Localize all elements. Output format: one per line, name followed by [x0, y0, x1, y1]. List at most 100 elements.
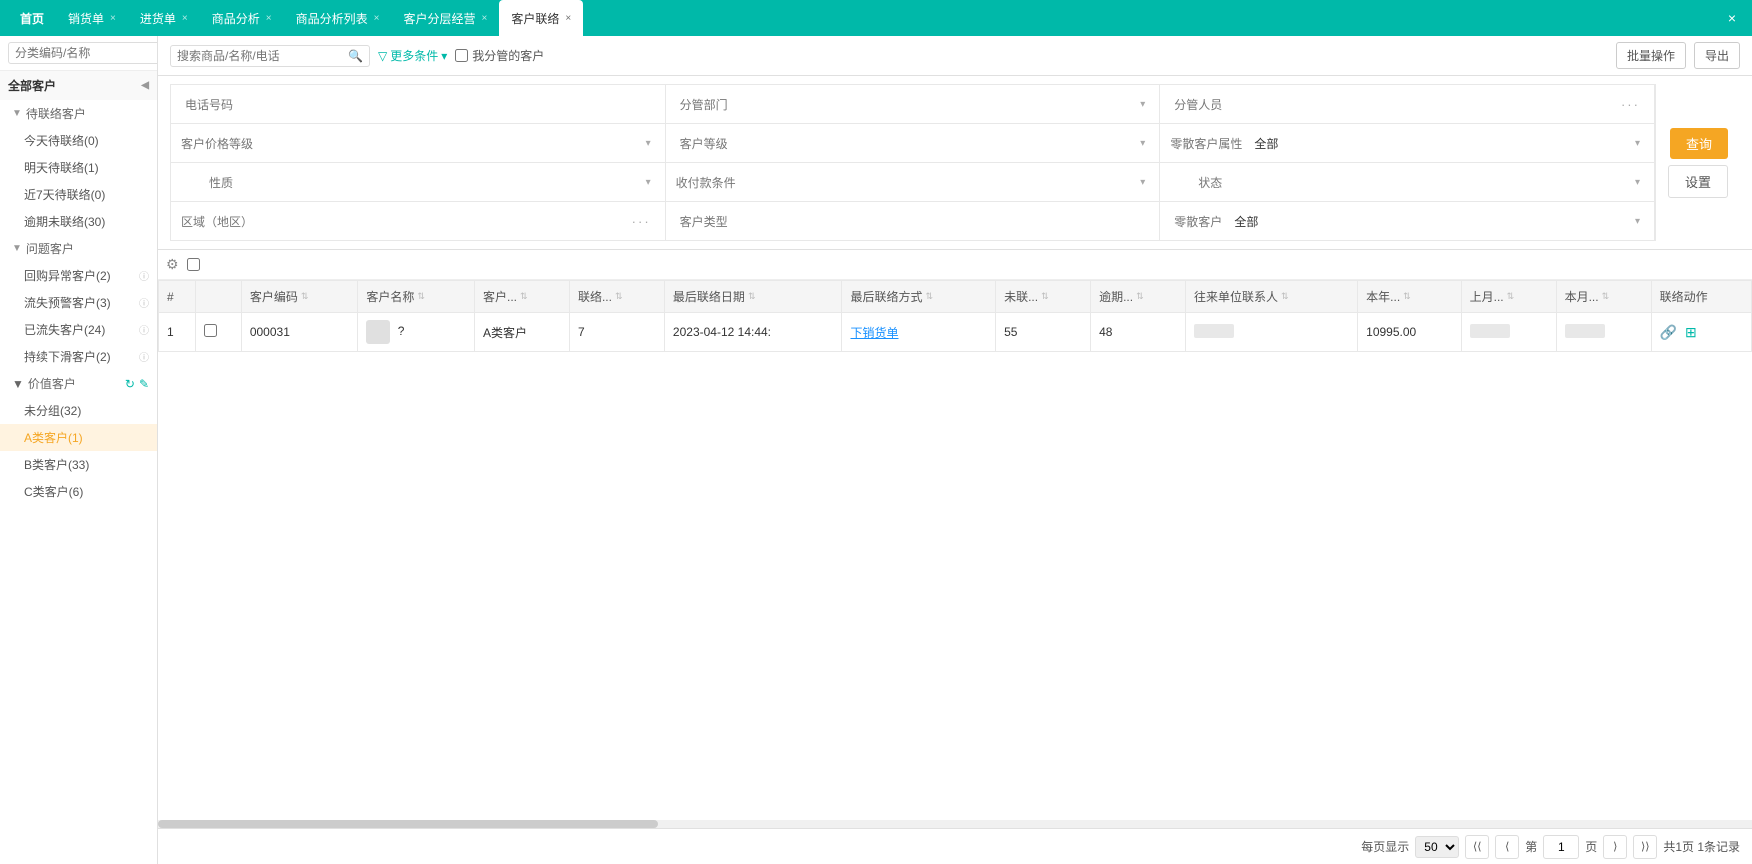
th-last-way[interactable]: 最后联络方式 ⇅ — [842, 281, 996, 313]
filter-dept-input[interactable]: ▾ — [736, 91, 1150, 117]
nav-product-analysis-close[interactable]: × — [266, 13, 272, 24]
sidebar-item-today[interactable]: 今天待联络(0) — [0, 127, 157, 154]
filter-person-dots: ··· — [1621, 97, 1640, 112]
sidebar-item-declining-label: 持续下滑客户(2) — [24, 348, 135, 365]
scrollbar-thumb[interactable] — [158, 820, 658, 828]
nav-purchase-close[interactable]: × — [182, 13, 188, 24]
filter-more-button[interactable]: ▽ 更多条件 ▾ — [378, 47, 447, 64]
sidebar-item-tomorrow-label: 明天待联络(1) — [24, 159, 149, 176]
nav-sales[interactable]: 销货单 × — [56, 0, 128, 36]
page-input[interactable] — [1543, 835, 1579, 859]
filter-price-level-input[interactable]: ▾ — [261, 130, 655, 156]
filter-status-input[interactable]: ▾ — [1230, 169, 1644, 195]
nav-product-analysis[interactable]: 商品分析 × — [200, 0, 284, 36]
nav-customer-contact[interactable]: 客户联络 × — [499, 0, 583, 36]
sidebar-item-ungrouped[interactable]: 未分组(32) — [0, 397, 157, 424]
my-customers-checkbox-wrap[interactable]: 我分管的客户 — [455, 47, 544, 64]
value-refresh-icon[interactable]: ↻ — [125, 377, 135, 391]
content-area: 🔍 ▽ 更多条件 ▾ 我分管的客户 批量操作 导出 — [158, 36, 1752, 864]
th-unit-contact[interactable]: 往来单位联系人 ⇅ — [1186, 281, 1358, 313]
filter-search-box[interactable]: 🔍 — [170, 45, 370, 67]
table-settings-icon[interactable]: ⚙ — [166, 256, 179, 273]
filter-person-input[interactable]: ··· — [1230, 91, 1644, 117]
adv-filter-panel: 电话号码 分管部门 ▾ — [158, 76, 1752, 250]
nav-purchase[interactable]: 进货单 × — [128, 0, 200, 36]
th-last-month[interactable]: 上月... ⇅ — [1461, 281, 1556, 313]
last-page-button[interactable]: ⟩⟩ — [1633, 835, 1657, 859]
filter-payment-input[interactable]: ▾ — [744, 169, 1150, 195]
query-buttons-area: 查询 设置 — [1655, 84, 1740, 241]
sidebar-item-churned-label: 已流失客户(24) — [24, 321, 135, 338]
sidebar-item-class-b[interactable]: B类客户(33) — [0, 451, 157, 478]
value-edit-icon[interactable]: ✎ — [139, 377, 149, 391]
sidebar-search-input[interactable] — [8, 42, 158, 64]
sidebar-item-class-c[interactable]: C类客户(6) — [0, 478, 157, 505]
filter-retail-cust: 零散客户 全部 ▾ — [1160, 202, 1654, 240]
th-uncontact[interactable]: 未联... ⇅ — [996, 281, 1091, 313]
filter-status-caret: ▾ — [1635, 177, 1640, 188]
nav-customer-segment[interactable]: 客户分层经营 × — [391, 0, 499, 36]
filter-payment-label: 收付款条件 — [676, 174, 744, 191]
sidebar-collapse-icon[interactable]: ◀ — [141, 80, 149, 91]
settings-button[interactable]: 设置 — [1668, 165, 1728, 198]
cell-this-year: 10995.00 — [1358, 313, 1461, 352]
prev-page-button[interactable]: ⟨ — [1495, 835, 1519, 859]
th-overdue[interactable]: 逾期... ⇅ — [1091, 281, 1186, 313]
th-level[interactable]: 客户... ⇅ — [474, 281, 569, 313]
customer-avatar — [366, 320, 390, 344]
nav-product-analysis-list-close[interactable]: × — [374, 13, 380, 24]
sidebar-item-churned[interactable]: 已流失客户(24) ⓘ — [0, 316, 157, 343]
filter-region-input[interactable]: ··· — [261, 208, 655, 234]
nav-sales-close[interactable]: × — [110, 13, 116, 24]
horizontal-scrollbar[interactable] — [158, 820, 1752, 828]
last-way-link[interactable]: 下销货单 — [850, 326, 898, 340]
filter-retail-attr-caret: ▾ — [1635, 138, 1640, 149]
batch-op-button[interactable]: 批量操作 — [1616, 42, 1686, 69]
cell-checkbox[interactable] — [195, 313, 241, 352]
th-contact[interactable]: 联络... ⇅ — [569, 281, 664, 313]
th-code[interactable]: 客户编码 ⇅ — [241, 281, 358, 313]
filter-cust-type-input[interactable] — [736, 208, 1150, 234]
th-this-year[interactable]: 本年... ⇅ — [1358, 281, 1461, 313]
select-all-checkbox[interactable] — [187, 258, 200, 271]
cell-last-way[interactable]: 下销货单 — [842, 313, 996, 352]
sidebar-item-overdue[interactable]: 逾期未联络(30) — [0, 208, 157, 235]
sidebar-item-churn-warning[interactable]: 流失预警客户(3) ⓘ — [0, 289, 157, 316]
sidebar-item-repurchase-abnormal[interactable]: 回购异常客户(2) ⓘ — [0, 262, 157, 289]
nav-product-analysis-list[interactable]: 商品分析列表 × — [284, 0, 392, 36]
sidebar-item-tomorrow[interactable]: 明天待联络(1) — [0, 154, 157, 181]
th-this-month-label: 本月... — [1565, 288, 1599, 305]
query-button[interactable]: 查询 — [1670, 128, 1728, 159]
export-button[interactable]: 导出 — [1694, 42, 1740, 69]
filter-retail-cust-input[interactable]: 全部 ▾ — [1230, 208, 1644, 234]
sidebar-item-declining[interactable]: 持续下滑客户(2) ⓘ — [0, 343, 157, 370]
nav-home[interactable]: 首页 — [8, 0, 56, 36]
my-customers-checkbox[interactable] — [455, 49, 468, 62]
action-link-icon[interactable]: 🔗 — [1660, 324, 1677, 341]
nav-customer-contact-close[interactable]: × — [565, 13, 571, 24]
filter-row-4: 区域（地区） ··· 客户类型 — [170, 202, 1655, 241]
row-checkbox[interactable] — [204, 324, 217, 337]
first-page-button[interactable]: ⟨⟨ — [1465, 835, 1489, 859]
th-this-month[interactable]: 本月... ⇅ — [1556, 281, 1651, 313]
filter-cust-level-input[interactable]: ▾ — [736, 130, 1150, 156]
sidebar-group-problem[interactable]: ▼ 问题客户 — [0, 235, 157, 262]
next-page-button[interactable]: ⟩ — [1603, 835, 1627, 859]
th-last-date[interactable]: 最后联络日期 ⇅ — [664, 281, 842, 313]
nav-customer-segment-close[interactable]: × — [481, 13, 487, 24]
sidebar-item-7days[interactable]: 近7天待联络(0) — [0, 181, 157, 208]
filter-nature-input[interactable]: ▾ — [241, 169, 655, 195]
action-qr-icon[interactable]: ⊞ — [1685, 324, 1697, 341]
th-unit-contact-label: 往来单位联系人 — [1194, 288, 1278, 305]
sidebar-group-pending[interactable]: ▼ 待联络客户 — [0, 100, 157, 127]
page-label: 第 — [1525, 838, 1537, 855]
filter-phone-input[interactable] — [241, 91, 655, 117]
th-name[interactable]: 客户名称 ⇅ — [358, 281, 475, 313]
per-page-select[interactable]: 50 — [1415, 836, 1459, 858]
filter-retail-attr-input[interactable]: 全部 ▾ — [1250, 130, 1644, 156]
sidebar-item-class-a[interactable]: A类客户(1) — [0, 424, 157, 451]
filter-search-input[interactable] — [177, 49, 348, 63]
sidebar-all-customers[interactable]: 全部客户 ◀ — [0, 71, 157, 100]
close-all-button[interactable]: × — [1720, 10, 1744, 26]
th-level-sort: ⇅ — [520, 291, 528, 302]
